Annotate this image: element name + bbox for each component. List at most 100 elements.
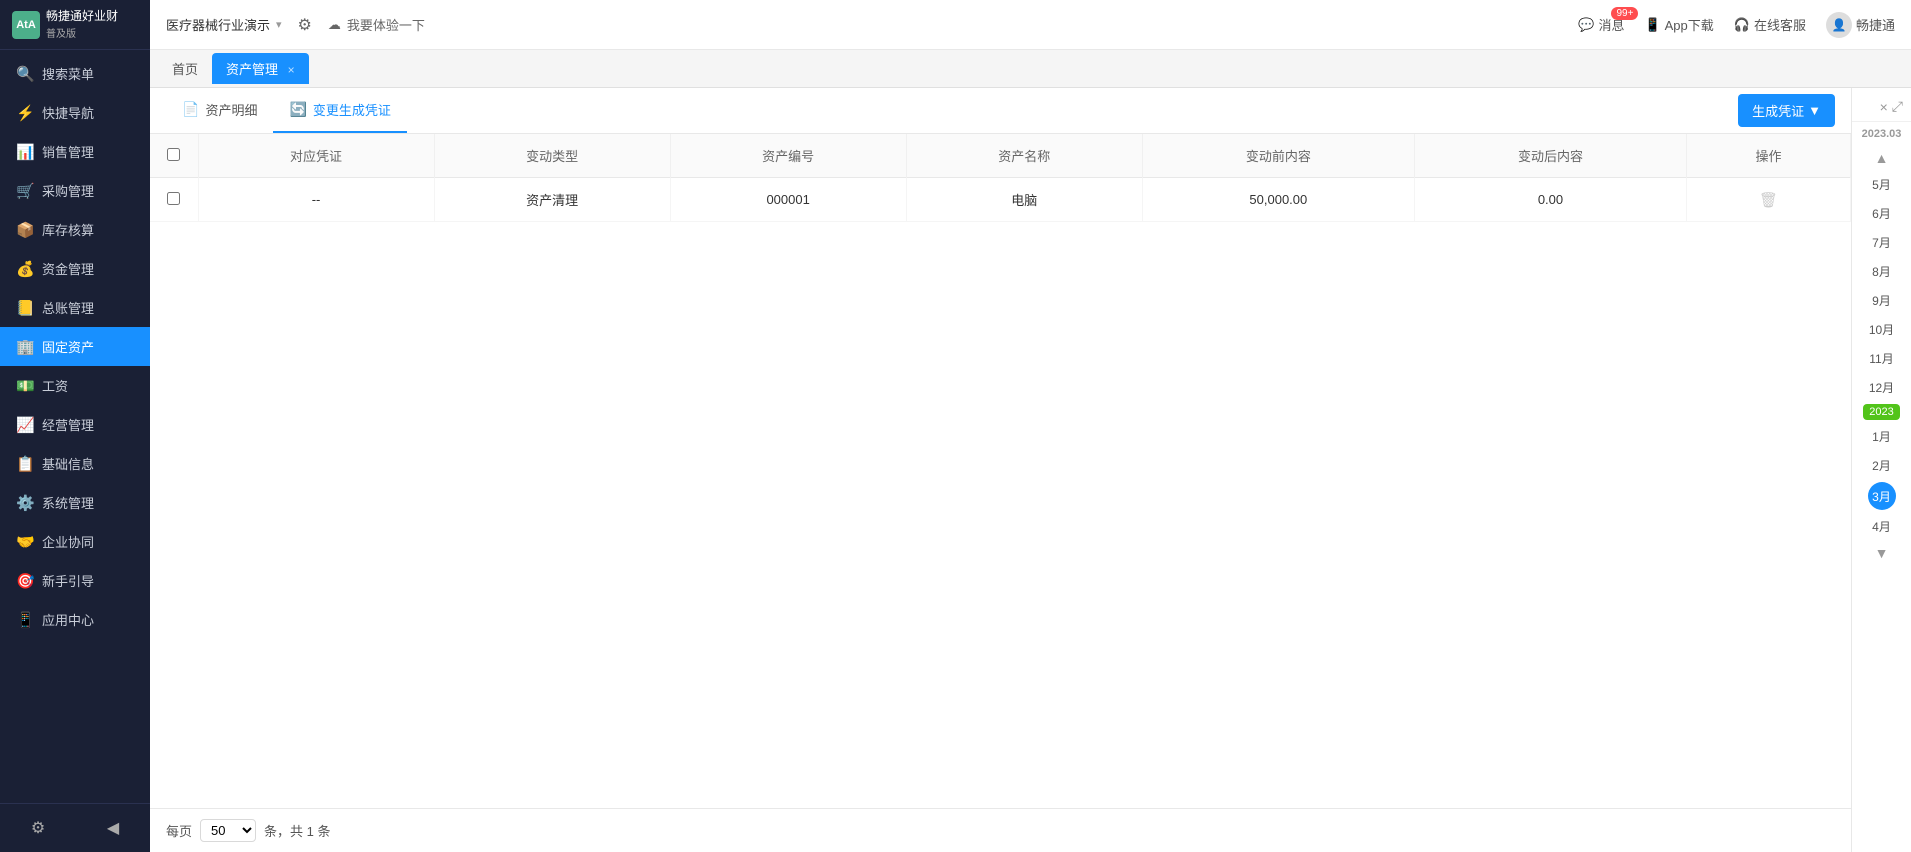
date-month-11[interactable]: 11月	[1852, 344, 1911, 373]
select-all-checkbox[interactable]	[167, 148, 180, 161]
subtab-change-label: 变更生成凭证	[313, 100, 391, 119]
user-profile[interactable]: 👤 畅捷通	[1826, 12, 1895, 38]
purchase-icon: 🛒	[16, 182, 34, 200]
trial-label: 我要体验一下	[347, 15, 425, 34]
date-month-10[interactable]: 10月	[1852, 315, 1911, 344]
date-month-2[interactable]: 2月	[1852, 451, 1911, 480]
cloud-icon: ☁	[328, 17, 341, 33]
date-month-7[interactable]: 7月	[1852, 228, 1911, 257]
date-month-3[interactable]: 3月	[1868, 482, 1896, 510]
message-button[interactable]: 💬 消息 99+	[1578, 15, 1624, 34]
system-icon: ⚙️	[16, 494, 34, 512]
tab-close-icon[interactable]: ×	[288, 63, 295, 77]
quick-nav-icon: ⚡	[16, 104, 34, 122]
row-checkbox-cell[interactable]	[150, 178, 198, 222]
tab-asset-management[interactable]: 资产管理 ×	[212, 53, 309, 84]
change-icon: 🔄	[289, 101, 306, 118]
sidebar-bottom: ⚙ ◀	[0, 803, 150, 852]
sidebar-item-label: 工资	[42, 376, 68, 395]
sidebar-item-payroll[interactable]: 💵 工资	[0, 366, 150, 405]
sidebar-item-enterprise[interactable]: 🤝 企业协同	[0, 522, 150, 561]
topbar-settings-icon[interactable]: ⚙	[298, 15, 312, 35]
header-voucher: 对应凭证	[198, 134, 434, 178]
cell-asset-name: 电脑	[906, 178, 1142, 222]
sidebar-item-label: 经营管理	[42, 415, 94, 434]
date-up-button[interactable]: ▲	[1852, 146, 1911, 170]
sidebar-item-label: 销售管理	[42, 142, 94, 161]
subtab-change-voucher[interactable]: 🔄 变更生成凭证	[273, 88, 406, 133]
topbar: 医疗器械行业演示 ▾ ⚙ ☁ 我要体验一下 💬 消息 99+ 📱 App下载 🎧…	[150, 0, 1911, 50]
cell-change-type: 资产清理	[434, 178, 670, 222]
date-year-label: 2023.03	[1852, 122, 1911, 146]
header-asset-no: 资产编号	[670, 134, 906, 178]
sidebar-item-system[interactable]: ⚙️ 系统管理	[0, 483, 150, 522]
main-area: 医疗器械行业演示 ▾ ⚙ ☁ 我要体验一下 💬 消息 99+ 📱 App下载 🎧…	[150, 0, 1911, 852]
date-month-5[interactable]: 5月	[1852, 170, 1911, 199]
sidebar-item-label: 库存核算	[42, 220, 94, 239]
date-month-8[interactable]: 8月	[1852, 257, 1911, 286]
header-before: 变动前内容	[1142, 134, 1414, 178]
sidebar-item-operations[interactable]: 📈 经营管理	[0, 405, 150, 444]
sidebar-item-label: 新手引导	[42, 571, 94, 590]
row-checkbox[interactable]	[167, 192, 180, 205]
delete-icon[interactable]: 🗑	[1759, 192, 1778, 209]
trial-button[interactable]: ☁ 我要体验一下	[328, 15, 425, 34]
date-month-12[interactable]: 12月	[1852, 373, 1911, 402]
cell-action[interactable]: 🗑	[1687, 178, 1851, 222]
collapse-icon[interactable]: ◀	[103, 814, 123, 842]
generate-voucher-button[interactable]: 生成凭证 ▼	[1738, 94, 1835, 127]
generate-btn-arrow: ▼	[1808, 103, 1821, 118]
settings-icon[interactable]: ⚙	[27, 814, 49, 842]
sidebar-item-inventory[interactable]: 📦 库存核算	[0, 210, 150, 249]
date-month-4[interactable]: 4月	[1852, 512, 1911, 541]
subtab-asset-detail[interactable]: 📄 资产明细	[166, 88, 273, 133]
date-year-badge[interactable]: 2023	[1863, 404, 1899, 420]
message-badge: 99+	[1611, 7, 1638, 20]
sidebar-item-sales[interactable]: 📊 销售管理	[0, 132, 150, 171]
sidebar-item-label: 基础信息	[42, 454, 94, 473]
content-main: 📄 资产明细 🔄 变更生成凭证 生成凭证 ▼	[150, 88, 1851, 852]
company-selector[interactable]: 医疗器械行业演示 ▾	[166, 15, 282, 34]
panel-close-button[interactable]: ×	[1878, 97, 1890, 117]
date-month-9[interactable]: 9月	[1852, 286, 1911, 315]
sidebar-nav: 🔍 搜索菜单 ⚡ 快捷导航 📊 销售管理 🛒 采购管理 📦 库存核算 💰 资金管…	[0, 50, 150, 803]
sidebar-item-basic-info[interactable]: 📋 基础信息	[0, 444, 150, 483]
sidebar-item-label: 采购管理	[42, 181, 94, 200]
date-down-button[interactable]: ▼	[1852, 541, 1911, 565]
sidebar: AtA 畅捷通好业财 普及版 🔍 搜索菜单 ⚡ 快捷导航 📊 销售管理 🛒 采购…	[0, 0, 150, 852]
sidebar-item-label: 搜索菜单	[42, 64, 94, 83]
header-asset-name: 资产名称	[906, 134, 1142, 178]
per-page-select[interactable]: 10 20 50 100	[200, 819, 256, 842]
generate-btn-label: 生成凭证	[1752, 101, 1804, 120]
per-page-label: 每页	[166, 821, 192, 840]
inventory-icon: 📦	[16, 221, 34, 239]
table-row: -- 资产清理 000001 电脑 50,000.00 0.00 🗑	[150, 178, 1851, 222]
app-icon: 📱	[1644, 17, 1660, 33]
active-tab-label: 资产管理	[226, 62, 278, 77]
date-months-before: 5月 6月 7月 8月 9月 10月 11月 12月	[1852, 170, 1911, 402]
sidebar-item-ledger[interactable]: 📒 总账管理	[0, 288, 150, 327]
date-month-6[interactable]: 6月	[1852, 199, 1911, 228]
cell-before: 50,000.00	[1142, 178, 1414, 222]
date-month-1[interactable]: 1月	[1852, 422, 1911, 451]
sidebar-item-guide[interactable]: 🎯 新手引导	[0, 561, 150, 600]
panel-expand-button[interactable]: ⤢	[1890, 96, 1905, 117]
panel-header: × ⤢	[1852, 92, 1911, 122]
sidebar-item-quick-nav[interactable]: ⚡ 快捷导航	[0, 93, 150, 132]
online-service-button[interactable]: 🎧 在线客服	[1734, 15, 1806, 34]
table-icon: 📄	[182, 101, 199, 118]
sidebar-item-fixed-assets[interactable]: 🏢 固定资产	[0, 327, 150, 366]
home-label: 首页	[172, 62, 198, 77]
app-download-button[interactable]: 📱 App下载	[1644, 15, 1713, 34]
sidebar-item-app-center[interactable]: 📱 应用中心	[0, 600, 150, 639]
table-body: -- 资产清理 000001 电脑 50,000.00 0.00 🗑	[150, 178, 1851, 222]
sidebar-item-purchase[interactable]: 🛒 采购管理	[0, 171, 150, 210]
sidebar-item-finance[interactable]: 💰 资金管理	[0, 249, 150, 288]
tab-home[interactable]: 首页	[162, 53, 208, 84]
sidebar-item-search[interactable]: 🔍 搜索菜单	[0, 54, 150, 93]
avatar: 👤	[1826, 12, 1852, 38]
sidebar-item-label: 快捷导航	[42, 103, 94, 122]
header-checkbox[interactable]	[150, 134, 198, 178]
sidebar-item-label: 资金管理	[42, 259, 94, 278]
online-service-label: 在线客服	[1754, 15, 1806, 34]
